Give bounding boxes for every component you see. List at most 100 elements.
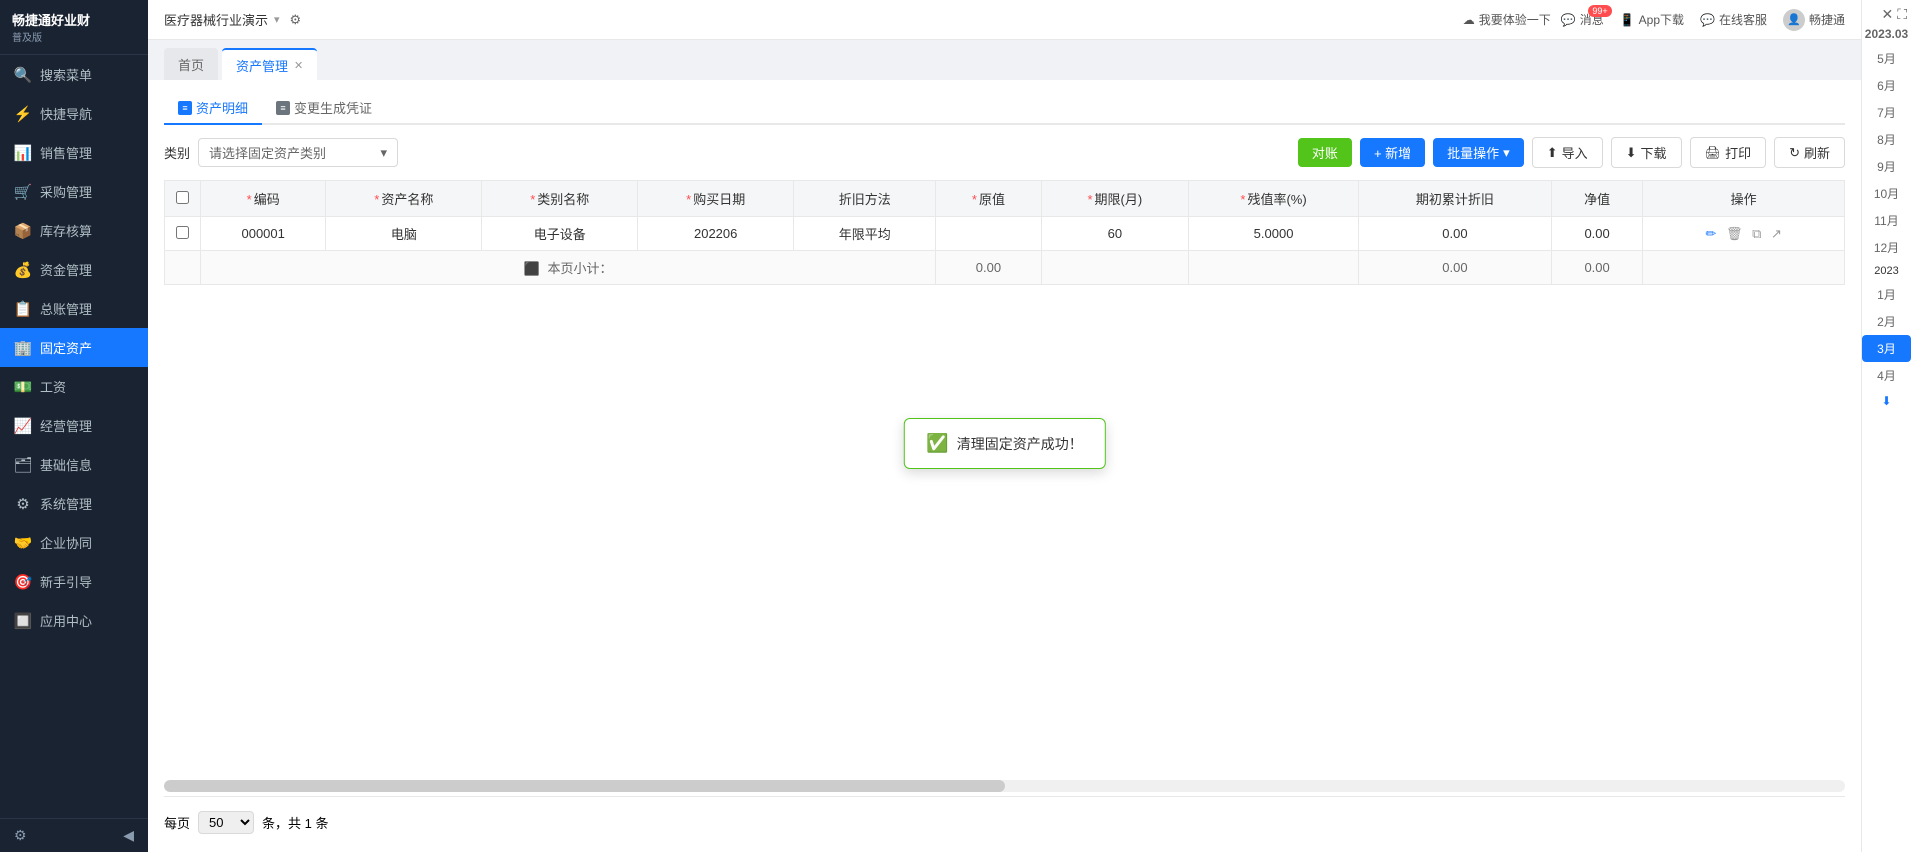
sidebar-item-fixed-assets[interactable]: 🏢固定资产 (0, 328, 148, 367)
sidebar-item-ledger[interactable]: 📋总账管理 (0, 289, 148, 328)
th-residual-rate: *残值率(%) (1189, 181, 1359, 217)
batch-label: 批量操作 (1447, 143, 1499, 162)
experience-icon: ☁ (1463, 13, 1475, 27)
tab-home-label: 首页 (178, 55, 204, 74)
panel-months: 5月 6月 7月 8月 9月 10月 11月 12月 2023 1月 2月 3月… (1862, 45, 1911, 852)
batch-btn[interactable]: 批量操作 ▾ (1433, 138, 1524, 167)
sidebar-icon-search: 🔍 (14, 66, 32, 84)
table-header-row: *编码 *资产名称 *类别名称 *购买日期 折旧方法 *原值 *期限(月) *残… (165, 181, 1845, 217)
import-icon: ⬆ (1547, 145, 1558, 161)
panel-year-label: 2023.03 (1865, 23, 1908, 45)
row-checkbox[interactable] (176, 226, 189, 239)
reconcile-btn[interactable]: 对账 (1298, 138, 1352, 167)
collapse-icon[interactable]: ◀ (123, 827, 134, 844)
print-btn[interactable]: 🖨 打印 (1690, 137, 1767, 168)
sidebar-icon-quick-nav: ⚡ (14, 105, 32, 123)
sidebar-item-payroll[interactable]: 💵工资 (0, 367, 148, 406)
sidebar-icon-base-info: 🗂 (14, 456, 32, 474)
sidebar-item-ops[interactable]: 📈经营管理 (0, 406, 148, 445)
messages-btn[interactable]: 💬 消息 99+ (1561, 11, 1604, 28)
experience-label: 我要体验一下 (1479, 11, 1551, 28)
sidebar-item-collab[interactable]: 🤝企业协同 (0, 523, 148, 562)
new-btn[interactable]: + 新增 (1360, 138, 1425, 167)
sidebar-label-sales: 销售管理 (40, 143, 92, 162)
th-name: *资产名称 (326, 181, 482, 217)
import-btn[interactable]: ⬆ 导入 (1532, 137, 1603, 168)
subtotal-label: ⬛ 本页小计： (201, 251, 936, 285)
sidebar: 畅捷通好业财 普及版 🔍搜索菜单⚡快捷导航📊销售管理🛒采购管理📦库存核算💰资金管… (0, 0, 148, 852)
download-btn[interactable]: ⬇ 下载 (1611, 137, 1682, 168)
settings-btn[interactable]: ⚙ (290, 12, 302, 28)
horizontal-scrollbar[interactable] (164, 780, 1845, 792)
download-icon: 📱 (1620, 13, 1635, 27)
total-label: 条，共 1 条 (262, 813, 328, 832)
tab-asset-mgmt[interactable]: 资产管理 ✕ (222, 48, 317, 80)
month-1[interactable]: 1月 (1862, 281, 1911, 308)
sidebar-icon-inventory: 📦 (14, 222, 32, 240)
panel-close-btn[interactable]: ✕ (1881, 6, 1893, 23)
th-code: *编码 (201, 181, 326, 217)
sidebar-item-inventory[interactable]: 📦库存核算 (0, 211, 148, 250)
th-purchase-date: *购买日期 (638, 181, 794, 217)
download-toolbar-icon: ⬇ (1626, 145, 1637, 161)
tab-close-icon[interactable]: ✕ (294, 59, 303, 72)
category-filter[interactable]: 请选择固定资产类别 ▾ (198, 138, 398, 167)
month-6[interactable]: 6月 (1862, 72, 1911, 99)
row-period: 60 (1041, 217, 1188, 251)
app-download-label: App下载 (1639, 11, 1684, 28)
month-8[interactable]: 8月 (1862, 126, 1911, 153)
sidebar-item-quick-nav[interactable]: ⚡ 快捷导航 (0, 94, 148, 133)
month-3-current[interactable]: 3月 (1862, 335, 1911, 362)
copy-icon[interactable]: ⧉ (1752, 226, 1761, 241)
edit-icon[interactable]: ✏ (1705, 226, 1716, 241)
experience-btn[interactable]: ☁ 我要体验一下 (1463, 11, 1551, 28)
sidebar-item-sys[interactable]: ⚙系统管理 (0, 484, 148, 523)
month-11[interactable]: 11月 (1862, 207, 1911, 234)
app-download-btn[interactable]: 📱 App下载 (1620, 11, 1684, 28)
sidebar-label-guide: 新手引导 (40, 572, 92, 591)
delete-icon[interactable]: 🗑 (1726, 226, 1743, 241)
tab-home[interactable]: 首页 (164, 48, 218, 80)
sidebar-item-base-info[interactable]: 🗂 基础信息 (0, 445, 148, 484)
panel-expand-btn[interactable]: ⛶ (1897, 6, 1907, 23)
refresh-btn[interactable]: ↻ 刷新 (1774, 137, 1845, 168)
subtab-voucher-label: 变更生成凭证 (294, 98, 372, 117)
company-dropdown-icon[interactable]: ▾ (274, 13, 280, 26)
sidebar-item-funds[interactable]: 💰资金管理 (0, 250, 148, 289)
subtab-asset-detail[interactable]: ≡ 资产明细 (164, 92, 262, 125)
scrollbar-thumb[interactable] (164, 780, 1005, 792)
per-page-select[interactable]: 50 10 20 100 (198, 811, 254, 834)
month-4[interactable]: 4月 (1862, 362, 1911, 389)
category-filter-placeholder: 请选择固定资产类别 (209, 143, 326, 162)
per-page-label: 每页 (164, 813, 190, 832)
month-5[interactable]: 5月 (1862, 45, 1911, 72)
sidebar-item-search[interactable]: 🔍搜索菜单 (0, 55, 148, 94)
month-2[interactable]: 2月 (1862, 308, 1911, 335)
refresh-icon: ↻ (1789, 145, 1800, 161)
sidebar-label-quick-nav: 快捷导航 (40, 104, 92, 123)
user-label: 畅捷通 (1809, 11, 1845, 28)
month-7[interactable]: 7月 (1862, 99, 1911, 126)
panel-down-btn[interactable]: ⬇ (1862, 389, 1911, 413)
sidebar-nav: 🔍搜索菜单 ⚡ 快捷导航 📊销售管理🛒采购管理📦库存核算💰资金管理📋总账管理🏢固定资产… (0, 55, 148, 818)
settings-icon[interactable]: ⚙ (14, 827, 27, 844)
sidebar-label-base-info: 基础信息 (40, 455, 92, 474)
sidebar-item-purchase[interactable]: 🛒采购管理 (0, 172, 148, 211)
table-row: 000001 电脑 电子设备 202206 年限平均 60 5.0000 0.0… (165, 217, 1845, 251)
month-12[interactable]: 12月 (1862, 234, 1911, 261)
row-checkbox-cell (165, 217, 201, 251)
sidebar-item-apps[interactable]: 🔲应用中心 (0, 601, 148, 640)
company-name: 医疗器械行业演示 (164, 10, 268, 29)
th-method: 折旧方法 (794, 181, 936, 217)
user-btn[interactable]: 👤 畅捷通 (1783, 9, 1845, 31)
toast-check-icon: ✅ (926, 433, 948, 454)
online-service-btn[interactable]: 💬 在线客服 (1700, 11, 1767, 28)
month-9[interactable]: 9月 (1862, 153, 1911, 180)
month-10[interactable]: 10月 (1862, 180, 1911, 207)
subtab-change-voucher[interactable]: ≡ 变更生成凭证 (262, 92, 386, 125)
select-all-checkbox[interactable] (176, 191, 189, 204)
th-actions: 操作 (1643, 181, 1845, 217)
sidebar-item-sales[interactable]: 📊销售管理 (0, 133, 148, 172)
more-icon[interactable]: ↗ (1771, 226, 1782, 241)
sidebar-item-guide[interactable]: 🎯新手引导 (0, 562, 148, 601)
